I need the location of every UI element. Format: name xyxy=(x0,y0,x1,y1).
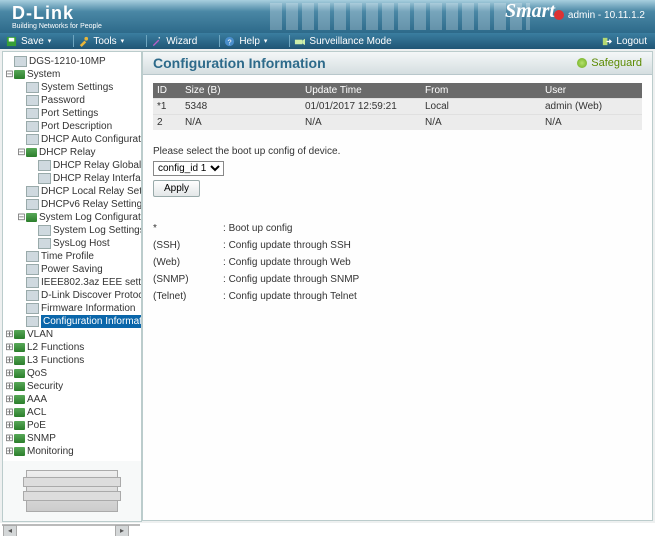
svg-text:?: ? xyxy=(228,37,232,46)
menu-save[interactable]: Save▾ xyxy=(6,36,51,47)
tree-selected[interactable]: Configuration Information xyxy=(41,315,141,328)
config-select[interactable]: config_id 1 xyxy=(153,161,224,176)
wizard-icon xyxy=(151,36,162,47)
legend: *Boot up config (SSH)Config update throu… xyxy=(153,223,642,302)
device-icon xyxy=(14,56,27,67)
camera-icon xyxy=(294,36,305,47)
table-header-row: IDSize (B)Update TimeFromUser xyxy=(153,83,642,99)
scroll-left-icon[interactable]: ◂ xyxy=(3,525,17,536)
menu-logout[interactable]: Logout xyxy=(601,33,647,49)
scroll-right-icon[interactable]: ▸ xyxy=(115,525,129,536)
menu-bar: Save▾ Tools▾ Wizard ? Help▾ Surveillance… xyxy=(0,33,655,49)
user-info: admin - 10.11.1.2 xyxy=(554,10,645,21)
disk-icon xyxy=(6,36,17,47)
sidebar: DGS-1210-10MP ⊟System System Settings Pa… xyxy=(0,49,142,523)
sidebar-hscroll[interactable]: ◂▸ xyxy=(2,524,140,526)
folder-icon xyxy=(14,70,25,79)
menu-wizard[interactable]: Wizard xyxy=(151,36,197,47)
page-content: IDSize (B)Update TimeFromUser *1534801/0… xyxy=(143,75,652,520)
tools-icon xyxy=(78,36,89,47)
config-table: IDSize (B)Update TimeFromUser *1534801/0… xyxy=(153,83,642,130)
brand-logo: D-Link Building Networks for People xyxy=(12,3,102,30)
safeguard-badge: Safeguard xyxy=(577,57,642,69)
main-layout: DGS-1210-10MP ⊟System System Settings Pa… xyxy=(0,49,655,523)
tree-device[interactable]: DGS-1210-10MP xyxy=(29,56,106,67)
smart-label: Smart xyxy=(505,0,555,23)
page-title: Configuration Information xyxy=(153,55,326,71)
apply-button[interactable]: Apply xyxy=(153,180,200,197)
logout-icon xyxy=(601,36,612,47)
table-row[interactable]: 2N/AN/AN/AN/A xyxy=(153,115,642,131)
menu-surveillance[interactable]: Surveillance Mode xyxy=(294,36,391,47)
page-titlebar: Configuration Information Safeguard xyxy=(143,52,652,75)
menu-help[interactable]: ? Help▾ xyxy=(224,36,267,47)
top-banner: D-Link Building Networks for People Smar… xyxy=(0,0,655,33)
tree-system[interactable]: System xyxy=(27,69,60,80)
instruction-text: Please select the boot up config of devi… xyxy=(153,146,642,157)
device-preview xyxy=(3,461,141,521)
table-row[interactable]: *1534801/01/2017 12:59:21Localadmin (Web… xyxy=(153,99,642,115)
nav-tree[interactable]: DGS-1210-10MP ⊟System System Settings Pa… xyxy=(3,52,141,461)
menu-tools[interactable]: Tools▾ xyxy=(78,36,124,47)
help-icon: ? xyxy=(224,36,235,47)
main-panel: Configuration Information Safeguard IDSi… xyxy=(142,51,653,521)
